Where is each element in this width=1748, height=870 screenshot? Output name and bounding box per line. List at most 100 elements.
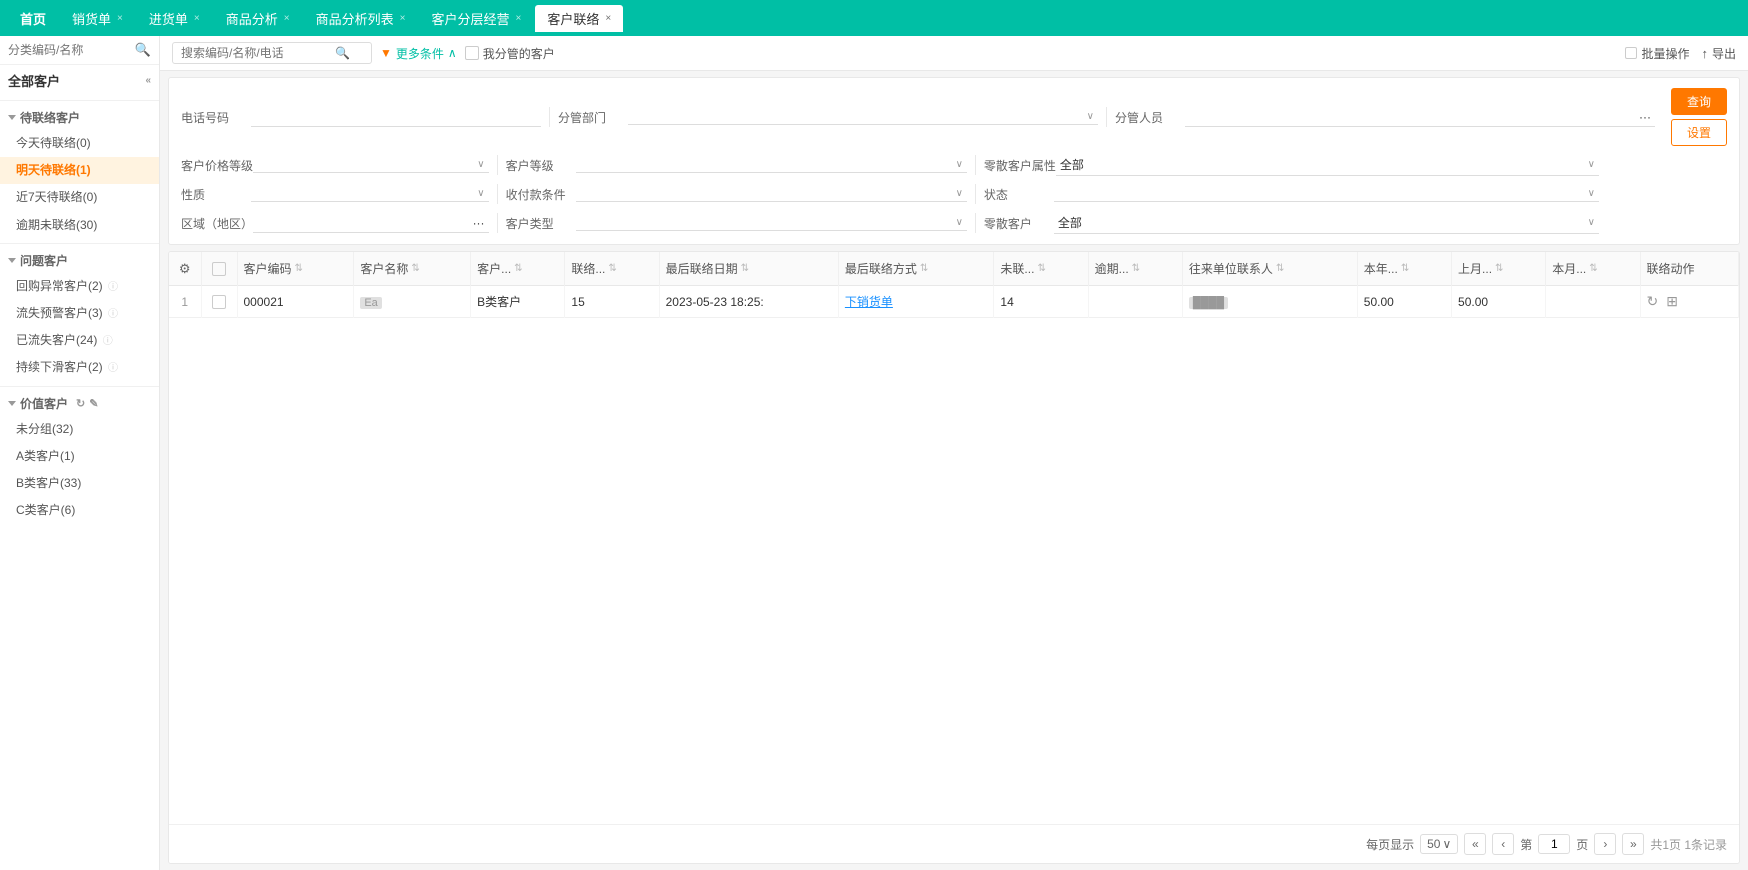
sidebar-group-problem[interactable]: 问题客户 (0, 248, 159, 273)
more-filter-btn[interactable]: ▼ 更多条件 ∧ (380, 45, 457, 62)
filter-status-label: 状态 (984, 186, 1054, 203)
sidebar-item-ungrouped[interactable]: 未分组(32) (0, 416, 159, 443)
close-icon[interactable]: × (515, 13, 521, 24)
reset-button[interactable]: 设置 (1671, 119, 1727, 146)
sidebar-item-declining[interactable]: 持续下滑客户(2) ⓘ (0, 354, 159, 381)
query-button[interactable]: 查询 (1671, 88, 1727, 115)
filter-status-select[interactable]: ∨ (1054, 186, 1599, 202)
sidebar-group-pending[interactable]: 待联络客户 (0, 105, 159, 130)
chevron-down-icon: ∨ (477, 159, 484, 170)
close-icon[interactable]: × (605, 13, 611, 24)
checkbox-icon[interactable] (465, 46, 479, 60)
nav-home[interactable]: 首页 (8, 5, 58, 32)
nav-sales-order[interactable]: 销货单 × (60, 5, 135, 32)
refresh-icon[interactable]: ↻ (76, 397, 85, 410)
th-unit-contact[interactable]: 往来单位联系人⇅ (1182, 252, 1357, 286)
th-overdue[interactable]: 逾期...⇅ (1088, 252, 1182, 286)
my-customers-checkbox[interactable]: 我分管的客户 (465, 45, 555, 62)
sidebar-group-value[interactable]: 价值客户 ↻ ✎ (0, 391, 159, 416)
th-this-month[interactable]: 本月...⇅ (1546, 252, 1640, 286)
nav-product-analysis[interactable]: 商品分析 × (214, 5, 302, 32)
sidebar-all-customers[interactable]: 全部客户 « (0, 65, 159, 96)
action-icons: ↻ ⊞ (1647, 293, 1733, 310)
sidebar-item-class-c[interactable]: C类客户(6) (0, 497, 159, 524)
table-header-row: ⚙ 客户编码⇅ 客户名称⇅ 客 (169, 252, 1739, 286)
filter-customer-type-label: 客户类型 (506, 215, 576, 232)
filter-dept-select[interactable]: ∨ (628, 109, 1098, 125)
search-icon[interactable]: 🔍 (335, 46, 350, 60)
sidebar-item-today[interactable]: 今天待联络(0) (0, 130, 159, 157)
td-uncontact: 14 (994, 286, 1088, 318)
search-icon[interactable]: 🔍 (135, 42, 151, 58)
filter-region: 区域（地区） ··· (181, 214, 489, 233)
select-all-checkbox[interactable] (212, 262, 226, 276)
sidebar-item-class-a[interactable]: A类客户(1) (0, 443, 159, 470)
th-last-contact-way[interactable]: 最后联络方式⇅ (838, 252, 994, 286)
th-settings[interactable]: ⚙ (169, 252, 201, 286)
nav-purchase-order[interactable]: 进货单 × (137, 5, 212, 32)
td-checkbox[interactable] (201, 286, 237, 318)
sidebar-item-7days[interactable]: 近7天待联络(0) (0, 184, 159, 211)
sidebar-item-class-b[interactable]: B类客户(33) (0, 470, 159, 497)
filter-payment-select[interactable]: ∨ (576, 186, 967, 202)
sidebar: 🔍 全部客户 « 待联络客户 今天待联络(0) 明天待联络(1) 近7天待联络(… (0, 36, 160, 870)
close-icon[interactable]: × (284, 13, 290, 24)
filter-nature-select[interactable]: ∨ (251, 186, 489, 202)
sidebar-item-churn-warn[interactable]: 流失预警客户(3) ⓘ (0, 300, 159, 327)
nav-product-analysis-list[interactable]: 商品分析列表 × (304, 5, 418, 32)
sidebar-item-churned[interactable]: 已流失客户(24) ⓘ (0, 327, 159, 354)
next-page-btn[interactable]: › (1594, 833, 1616, 855)
ellipsis-icon[interactable]: ··· (473, 216, 485, 230)
filter-panel: 电话号码 分管部门 ∨ 分管人员 ··· (168, 77, 1740, 245)
bulk-action-btn[interactable]: 批量操作 (1625, 45, 1689, 62)
first-page-btn[interactable]: « (1464, 833, 1486, 855)
filter-sparse-attr-select[interactable]: 全部 ∨ (1056, 154, 1599, 176)
chevron-down-icon: ∨ (1588, 159, 1595, 170)
filter-nature-label: 性质 (181, 186, 251, 203)
td-last-contact-way[interactable]: 下销货单 (838, 286, 994, 318)
th-type[interactable]: 客户...⇅ (471, 252, 565, 286)
search-input[interactable] (181, 46, 331, 60)
filter-row-3: 性质 ∨ 收付款条件 ∨ 状态 (181, 184, 1727, 204)
nav-customer-contact[interactable]: 客户联络 × (535, 5, 623, 32)
filter-customer-type-select[interactable]: ∨ (576, 215, 967, 231)
filter-sparse-customer-label: 零散客户 (984, 215, 1054, 232)
filter-region-select[interactable]: ··· (253, 214, 489, 233)
nav-customer-tier[interactable]: 客户分层经营 × (419, 5, 533, 32)
th-last-month[interactable]: 上月...⇅ (1452, 252, 1546, 286)
filter-phone-input[interactable] (251, 108, 541, 127)
edit-icon[interactable]: ✎ (89, 397, 98, 410)
per-page-select[interactable]: 50 ∨ (1420, 834, 1458, 854)
row-checkbox[interactable] (212, 295, 226, 309)
filter-sparse-customer-select[interactable]: 全部 ∨ (1054, 212, 1599, 234)
th-contact[interactable]: 联络...⇅ (565, 252, 659, 286)
ellipsis-icon[interactable]: ··· (1639, 110, 1651, 124)
th-uncontact[interactable]: 未联...⇅ (994, 252, 1088, 286)
filter-customer-level-select[interactable]: ∨ (576, 157, 967, 173)
grid-action-icon[interactable]: ⊞ (1666, 293, 1678, 310)
refresh-action-icon[interactable]: ↻ (1647, 293, 1659, 310)
table-scroll[interactable]: ⚙ 客户编码⇅ 客户名称⇅ 客 (169, 252, 1739, 824)
close-icon[interactable]: × (194, 13, 200, 24)
close-icon[interactable]: × (117, 13, 123, 24)
chevron-down-icon: ∨ (956, 188, 963, 199)
page-input[interactable] (1538, 834, 1570, 854)
th-code[interactable]: 客户编码⇅ (237, 252, 354, 286)
filter-manager-select[interactable]: ··· (1185, 108, 1655, 127)
sidebar-item-overdue[interactable]: 逾期未联络(30) (0, 212, 159, 239)
td-this-month (1546, 286, 1640, 318)
last-page-btn[interactable]: » (1622, 833, 1644, 855)
td-index: 1 (169, 286, 201, 318)
sidebar-search-input[interactable] (8, 43, 131, 57)
filter-price-level-select[interactable]: ∨ (253, 157, 489, 173)
export-btn[interactable]: ↑ 导出 (1701, 45, 1736, 62)
sidebar-item-abnormal[interactable]: 回购异常客户(2) ⓘ (0, 273, 159, 300)
th-last-contact-date[interactable]: 最后联络日期⇅ (659, 252, 838, 286)
close-icon[interactable]: × (400, 13, 406, 24)
prev-page-btn[interactable]: ‹ (1492, 833, 1514, 855)
sidebar-item-tomorrow[interactable]: 明天待联络(1) (0, 157, 159, 184)
th-checkbox[interactable] (201, 252, 237, 286)
gear-icon[interactable]: ⚙ (179, 261, 191, 276)
th-name[interactable]: 客户名称⇅ (354, 252, 471, 286)
th-this-year[interactable]: 本年...⇅ (1357, 252, 1451, 286)
